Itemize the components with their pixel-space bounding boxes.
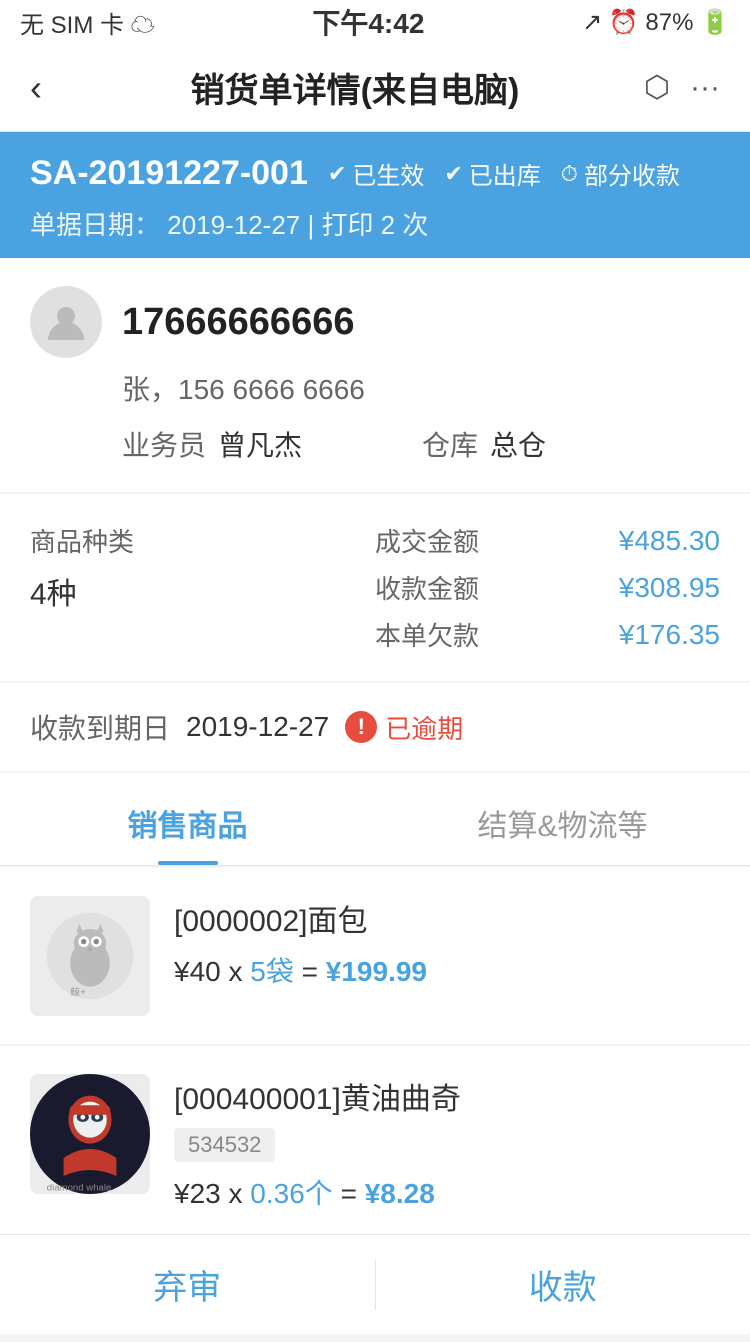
product-thumbnail: diamond whale <box>30 1074 150 1194</box>
warehouse-value: 总仓 <box>490 424 546 464</box>
product-total: ¥8.28 <box>365 1178 435 1209</box>
product-qty: 0.36个 <box>250 1178 333 1209</box>
avatar <box>30 286 102 358</box>
battery-icon: ↗ ⏰ 87% 🔋 <box>582 8 730 37</box>
share-icon[interactable]: ⬡ <box>644 70 670 105</box>
price-unit: ¥40 <box>174 956 221 987</box>
customer-section: 17666666666 张，156 6666 6666 业务员 曾凡杰 仓库 总… <box>0 258 750 492</box>
cancel-button[interactable]: 弃审 <box>0 1240 375 1329</box>
status-badge-shipped: ✔ 已出库 <box>444 156 540 191</box>
order-header-banner: SA-20191227-001 ✔ 已生效 ✔ 已出库 ⏱ 部分收款 单据日期：… <box>0 132 750 258</box>
overdue-text: 已逾期 <box>385 709 463 746</box>
status-bar: 无 SIM 卡 ☁ 下午4:42 ↗ ⏰ 87% 🔋 <box>0 0 750 44</box>
overdue-badge: ! 已逾期 <box>345 709 463 746</box>
category-value: 4种 <box>30 569 375 613</box>
due-date-section: 收款到期日 2019-12-27 ! 已逾期 <box>0 683 750 771</box>
customer-contact: 张，156 6666 6666 <box>122 368 720 408</box>
status-left: 无 SIM 卡 ☁ <box>20 5 155 40</box>
order-id: SA-20191227-001 <box>30 154 308 193</box>
status-right: ↗ ⏰ 87% 🔋 <box>582 8 730 37</box>
received-amount-label: 收款金额 <box>375 569 479 606</box>
customer-phone: 17666666666 <box>122 301 354 344</box>
back-button[interactable]: ‹ <box>30 67 90 109</box>
product-qty: 5袋 <box>250 956 294 987</box>
product-name: [0000002]面包 <box>174 896 720 940</box>
status-badge-partial: ⏱ 部分收款 <box>561 156 680 191</box>
tabs-row: 销售商品 结算&物流等 <box>0 773 750 866</box>
svg-text:鲸+: 鲸+ <box>70 986 86 999</box>
overdue-icon: ! <box>345 711 377 743</box>
nav-actions: ⬡ ··· <box>620 70 720 105</box>
product-info: [0000002]面包 ¥40 x 5袋 = ¥199.99 <box>174 896 720 990</box>
tab-products[interactable]: 销售商品 <box>0 773 375 865</box>
product-list: 鲸+ [0000002]面包 ¥40 x 5袋 = ¥199.99 <box>0 868 750 1240</box>
sim-label: 无 SIM 卡 ☁ <box>20 5 155 40</box>
product-thumbnail: 鲸+ <box>30 896 150 1016</box>
nav-bar: ‹ 销货单详情(来自电脑) ⬡ ··· <box>0 44 750 132</box>
salesperson-value: 曾凡杰 <box>218 424 302 464</box>
received-amount-value: ¥308.95 <box>619 572 720 604</box>
product-sku: 534532 <box>174 1128 275 1162</box>
due-label: 收款到期日 <box>30 707 170 747</box>
stats-section: 商品种类 4种 成交金额 ¥485.30 收款金额 ¥308.95 本单欠款 ¥… <box>0 494 750 681</box>
deal-amount-label: 成交金额 <box>375 522 479 559</box>
salesperson-label: 业务员 <box>122 424 206 464</box>
product-total: ¥199.99 <box>326 956 427 987</box>
deal-amount-value: ¥485.30 <box>619 525 720 557</box>
owed-amount-value: ¥176.35 <box>619 619 720 651</box>
product-name: [000400001]黄油曲奇 <box>174 1074 720 1118</box>
tab-settlement[interactable]: 结算&物流等 <box>375 773 750 865</box>
product-item: diamond whale [000400001]黄油曲奇 534532 ¥23… <box>0 1046 750 1240</box>
svg-text:diamond whale: diamond whale <box>47 1182 112 1193</box>
product-price: ¥40 x 5袋 = ¥199.99 <box>174 950 720 990</box>
category-label: 商品种类 <box>30 522 375 559</box>
customer-meta: 业务员 曾凡杰 仓库 总仓 <box>122 424 720 464</box>
status-time: 下午4:42 <box>312 2 424 42</box>
product-item: 鲸+ [0000002]面包 ¥40 x 5袋 = ¥199.99 <box>0 868 750 1044</box>
confirm-button[interactable]: 收款 <box>376 1240 750 1329</box>
order-date-info: 单据日期： 2019-12-27 | 打印 2 次 <box>30 205 720 242</box>
product-info: [000400001]黄油曲奇 534532 ¥23 x 0.36个 = ¥8.… <box>174 1074 720 1212</box>
product-price: ¥23 x 0.36个 = ¥8.28 <box>174 1172 720 1212</box>
page-title: 销货单详情(来自电脑) <box>90 63 620 112</box>
owed-amount-label: 本单欠款 <box>375 616 479 653</box>
tabs-section: 销售商品 结算&物流等 <box>0 773 750 866</box>
more-icon[interactable]: ··· <box>690 71 720 105</box>
warehouse-label: 仓库 <box>422 424 478 464</box>
status-badge-active: ✔ 已生效 <box>328 156 424 191</box>
bottom-bar: 弃审 收款 <box>0 1234 750 1334</box>
due-date: 2019-12-27 <box>186 711 329 743</box>
price-unit: ¥23 <box>174 1178 221 1209</box>
